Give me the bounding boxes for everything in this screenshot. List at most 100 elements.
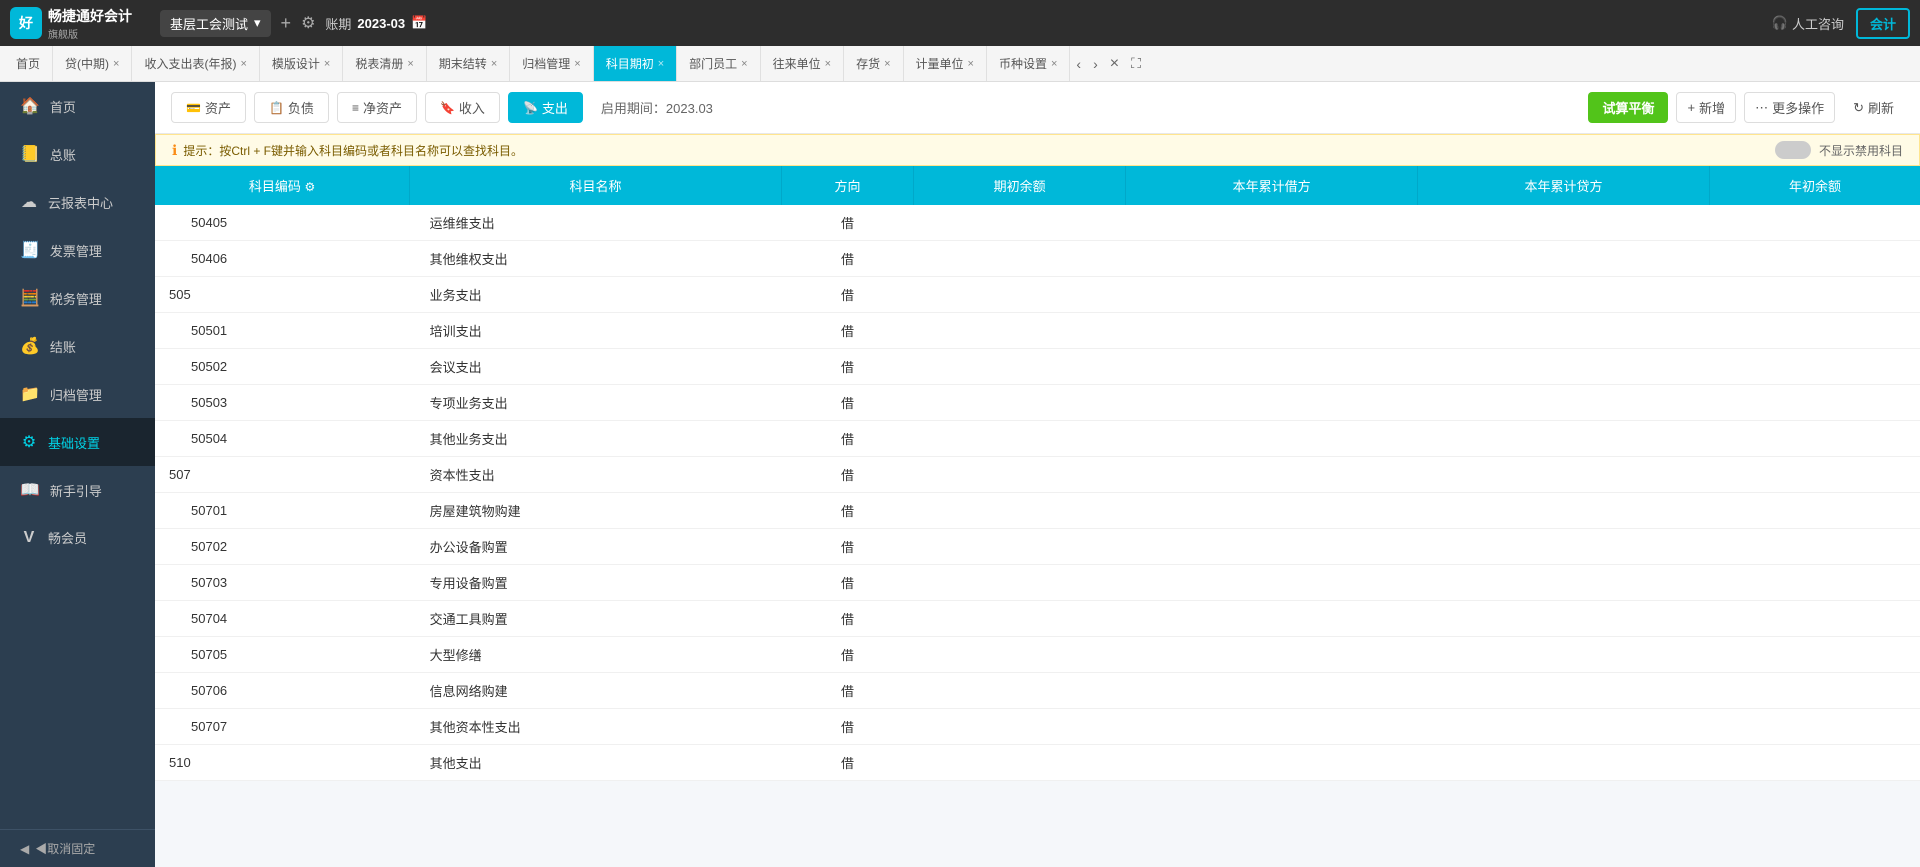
table-row[interactable]: 50501 培训支出 借	[155, 313, 1920, 349]
tab-close-unit[interactable]: ×	[968, 58, 974, 70]
table-row[interactable]: 50503 专项业务支出 借	[155, 385, 1920, 421]
tab-prev-button[interactable]: ‹	[1070, 56, 1087, 72]
refresh-button[interactable]: ↻ 刷新	[1843, 93, 1904, 122]
sidebar-item-settings[interactable]: ⚙ 基础设置	[0, 418, 155, 466]
cell-direction: 借	[781, 565, 913, 601]
tab-debt-mid[interactable]: 贷(中期) ×	[53, 46, 132, 82]
tab-close-contacts[interactable]: ×	[825, 58, 831, 70]
tab-expand-button[interactable]: ⛶	[1125, 55, 1147, 72]
tab-close-department[interactable]: ×	[741, 58, 747, 70]
disabled-toggle[interactable]	[1775, 141, 1811, 159]
col-period-balance: 期初余额	[914, 166, 1126, 205]
table-row[interactable]: 505 业务支出 借	[155, 277, 1920, 313]
main-layout: 🏠 首页 📒 总账 ☁ 云报表中心 🧾 发票管理 🧮 税务管理 💰 结账 📁 归…	[0, 82, 1920, 867]
tab-close-income-annual[interactable]: ×	[240, 58, 246, 70]
tab-home[interactable]: 首页	[4, 46, 53, 82]
cell-code: 50707	[155, 709, 410, 745]
table-row[interactable]: 507 资本性支出 借	[155, 457, 1920, 493]
sub-tabs-actions: 试算平衡 + 新增 ⋯ 更多操作 ↻ 刷新	[1588, 92, 1904, 123]
cell-ytd-credit	[1418, 493, 1710, 529]
calendar-icon[interactable]: 📅	[411, 15, 427, 31]
tab-close-template[interactable]: ×	[324, 58, 330, 70]
sidebar-item-home[interactable]: 🏠 首页	[0, 82, 155, 130]
tab-archive[interactable]: 归档管理 ×	[510, 46, 593, 82]
tab-period-close[interactable]: 期末结转 ×	[427, 46, 510, 82]
tab-tax[interactable]: 税表清册 ×	[343, 46, 426, 82]
add-button[interactable]: + 新增	[1676, 92, 1736, 123]
tab-next-button[interactable]: ›	[1087, 56, 1104, 72]
col-year-start: 年初余额	[1709, 166, 1920, 205]
cell-direction: 借	[781, 241, 913, 277]
cell-code: 50703	[155, 565, 410, 601]
sub-tab-netasset[interactable]: ≡ 净资产	[337, 92, 417, 123]
tab-close-subject-init[interactable]: ×	[658, 58, 664, 70]
tab-close-inventory[interactable]: ×	[884, 58, 890, 70]
tab-template[interactable]: 模版设计 ×	[260, 46, 343, 82]
cell-year-start	[1709, 529, 1920, 565]
table-row[interactable]: 50705 大型修缮 借	[155, 637, 1920, 673]
account-button[interactable]: 会计	[1856, 8, 1910, 39]
tab-unit[interactable]: 计量单位 ×	[904, 46, 987, 82]
sub-tab-asset-label: 资产	[205, 98, 231, 117]
tab-subject-init[interactable]: 科目期初 ×	[594, 46, 677, 82]
tab-close-archive[interactable]: ×	[574, 58, 580, 70]
table-row[interactable]: 50701 房屋建筑物购建 借	[155, 493, 1920, 529]
cell-name: 运维维支出	[410, 205, 782, 241]
cell-name: 专用设备购置	[410, 565, 782, 601]
sidebar-item-cloud-reports[interactable]: ☁ 云报表中心	[0, 178, 155, 226]
table-row[interactable]: 50406 其他维权支出 借	[155, 241, 1920, 277]
tab-currency[interactable]: 币种设置 ×	[987, 46, 1070, 82]
sidebar-item-membership[interactable]: V 畅会员	[0, 514, 155, 561]
more-actions-button[interactable]: ⋯ 更多操作	[1744, 92, 1835, 123]
table-row[interactable]: 510 其他支出 借	[155, 745, 1920, 781]
settings-icon[interactable]: ⚙	[301, 13, 315, 33]
sub-tab-liability[interactable]: 📋 负债	[254, 92, 329, 123]
sub-tab-income[interactable]: 🔖 收入	[425, 92, 500, 123]
table-row[interactable]: 50504 其他业务支出 借	[155, 421, 1920, 457]
cell-name: 大型修缮	[410, 637, 782, 673]
tab-close-period-close[interactable]: ×	[491, 58, 497, 70]
sidebar-collapse-button[interactable]: ◀ ◀取消固定	[0, 829, 155, 867]
table-row[interactable]: 50707 其他资本性支出 借	[155, 709, 1920, 745]
tab-contacts[interactable]: 往来单位 ×	[761, 46, 844, 82]
sub-tab-expense[interactable]: 📡 支出	[508, 92, 583, 123]
sidebar-item-archive[interactable]: 📁 归档管理	[0, 370, 155, 418]
table-row[interactable]: 50704 交通工具购置 借	[155, 601, 1920, 637]
cell-ytd-credit	[1418, 277, 1710, 313]
table-row[interactable]: 50702 办公设备购置 借	[155, 529, 1920, 565]
cell-code: 50406	[155, 241, 410, 277]
tab-close-debt-mid[interactable]: ×	[113, 58, 119, 70]
company-selector[interactable]: 基层工会测试 ▾	[160, 10, 271, 37]
sidebar-item-guide[interactable]: 📖 新手引导	[0, 466, 155, 514]
table-row[interactable]: 50703 专用设备购置 借	[155, 565, 1920, 601]
col-settings-icon[interactable]: ⚙	[305, 180, 316, 194]
tab-close-currency[interactable]: ×	[1051, 58, 1057, 70]
cell-name: 信息网络购建	[410, 673, 782, 709]
consult-button[interactable]: 🎧 人工咨询	[1772, 14, 1844, 33]
cell-ytd-credit	[1418, 385, 1710, 421]
top-header: 好 畅捷通好会计 旗舰版 基层工会测试 ▾ + ⚙ 账期 2023-03 📅 🎧…	[0, 0, 1920, 46]
sidebar-item-tax[interactable]: 🧮 税务管理	[0, 274, 155, 322]
table-row[interactable]: 50706 信息网络购建 借	[155, 673, 1920, 709]
calc-balance-button[interactable]: 试算平衡	[1588, 92, 1668, 123]
tab-income-annual[interactable]: 收入支出表(年报) ×	[132, 46, 259, 82]
cell-ytd-credit	[1418, 709, 1710, 745]
tab-inventory[interactable]: 存货 ×	[844, 46, 903, 82]
add-company-icon[interactable]: +	[281, 13, 292, 34]
sub-tab-expense-label: 支出	[542, 98, 568, 117]
cell-name: 办公设备购置	[410, 529, 782, 565]
tab-close-all-button[interactable]: ×	[1104, 55, 1125, 73]
table-row[interactable]: 50405 运维维支出 借	[155, 205, 1920, 241]
sub-tab-asset[interactable]: 💳 资产	[171, 92, 246, 123]
cell-period-balance	[914, 745, 1126, 781]
table-row[interactable]: 50502 会议支出 借	[155, 349, 1920, 385]
sidebar-item-invoice[interactable]: 🧾 发票管理	[0, 226, 155, 274]
sub-tab-netasset-label: 净资产	[363, 98, 402, 117]
tab-department[interactable]: 部门员工 ×	[677, 46, 760, 82]
sidebar-item-ledger[interactable]: 📒 总账	[0, 130, 155, 178]
tab-close-tax[interactable]: ×	[407, 58, 413, 70]
cell-ytd-credit	[1418, 349, 1710, 385]
sidebar-item-checkout[interactable]: 💰 结账	[0, 322, 155, 370]
sidebar-label-home: 首页	[50, 97, 76, 116]
ledger-icon: 📒	[20, 144, 40, 164]
